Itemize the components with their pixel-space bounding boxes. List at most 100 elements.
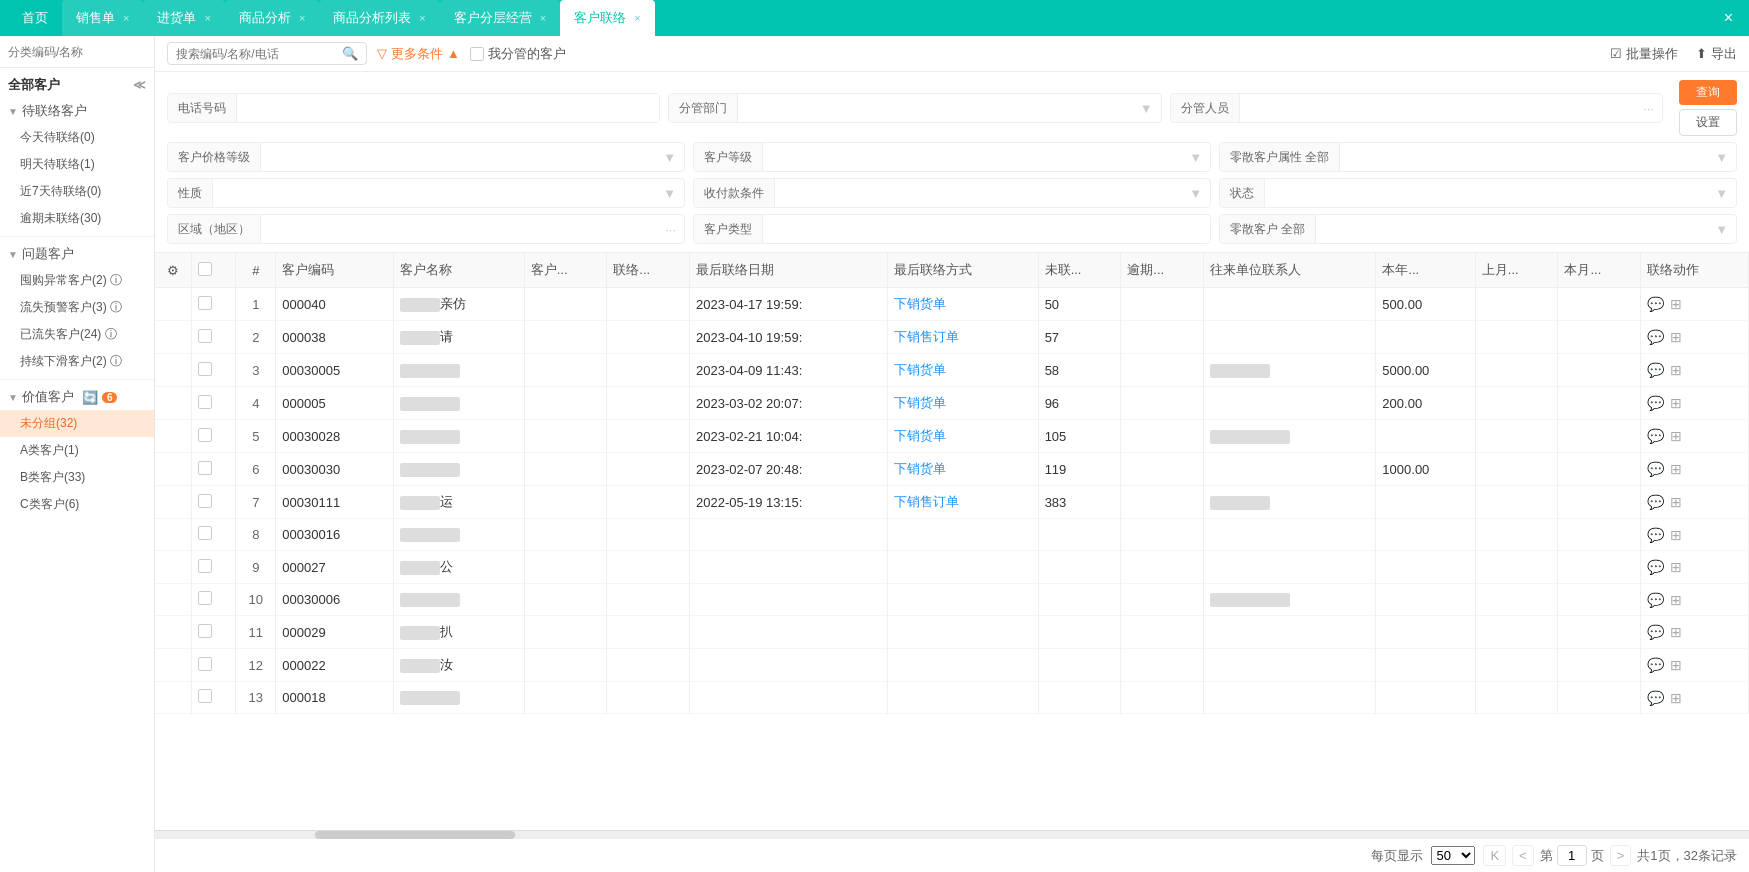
chat-icon[interactable]: 💬 xyxy=(1647,690,1664,706)
contact-method-link[interactable]: 下销售订单 xyxy=(894,494,959,509)
chat-icon[interactable]: 💬 xyxy=(1647,592,1664,608)
contact-method-link[interactable]: 下销货单 xyxy=(894,395,946,410)
row-checkbox[interactable] xyxy=(198,362,212,376)
contact-method-link[interactable]: 下销售订单 xyxy=(894,329,959,344)
nav-tab-customer-tier[interactable]: 客户分层经营 × xyxy=(440,0,560,36)
scroll-thumb[interactable] xyxy=(315,831,515,839)
sidebar-group-pending[interactable]: ▼ 待联络客户 xyxy=(0,98,154,124)
sidebar-item-declining[interactable]: 持续下滑客户(2) ⓘ xyxy=(0,348,154,375)
chat-icon[interactable]: 💬 xyxy=(1647,527,1664,543)
nav-close-customer-tier[interactable]: × xyxy=(540,12,546,24)
grid-icon[interactable]: ⊞ xyxy=(1670,592,1682,608)
grid-icon[interactable]: ⊞ xyxy=(1670,428,1682,444)
td-last-method[interactable]: 下销货单 xyxy=(887,420,1038,453)
sidebar-group-value[interactable]: ▼ 价值客户 🔄 6 xyxy=(0,384,154,410)
row-checkbox[interactable] xyxy=(198,657,212,671)
adv-input-price-level[interactable] xyxy=(261,150,655,164)
sidebar-item-today[interactable]: 今天待联络(0) xyxy=(0,124,154,151)
chat-icon[interactable]: 💬 xyxy=(1647,395,1664,411)
grid-icon[interactable]: ⊞ xyxy=(1670,690,1682,706)
nav-home[interactable]: 首页 xyxy=(8,0,62,36)
row-checkbox[interactable] xyxy=(198,526,212,540)
adv-arrow-nature[interactable]: ▼ xyxy=(655,186,684,201)
sidebar-item-ungrouped[interactable]: 未分组(32) xyxy=(0,410,154,437)
row-checkbox[interactable] xyxy=(198,494,212,508)
grid-icon[interactable]: ⊞ xyxy=(1670,559,1682,575)
nav-close-sales[interactable]: × xyxy=(123,12,129,24)
grid-icon[interactable]: ⊞ xyxy=(1670,657,1682,673)
nav-close-customer-contact[interactable]: × xyxy=(634,12,640,24)
adv-input-cust-type[interactable] xyxy=(763,222,1210,236)
adv-arrow-customer-level[interactable]: ▼ xyxy=(1181,150,1210,165)
batch-op-btn[interactable]: ☑ 批量操作 xyxy=(1610,45,1678,63)
adv-arrow-retail[interactable]: ▼ xyxy=(1707,222,1736,237)
adv-input-person[interactable] xyxy=(1240,101,1635,115)
adv-input-status[interactable] xyxy=(1265,186,1707,200)
sidebar-search-input[interactable] xyxy=(8,45,155,59)
chat-icon[interactable]: 💬 xyxy=(1647,461,1664,477)
settings-icon[interactable]: ⚙ xyxy=(167,263,179,278)
query-button[interactable]: 查询 xyxy=(1679,80,1737,105)
next-page-btn[interactable]: > xyxy=(1610,845,1632,866)
td-last-method[interactable]: 下销货单 xyxy=(887,453,1038,486)
adv-arrow-payment[interactable]: ▼ xyxy=(1181,186,1210,201)
nav-close-purchase[interactable]: × xyxy=(204,12,210,24)
contact-method-link[interactable]: 下销货单 xyxy=(894,296,946,311)
sidebar-refresh-icon[interactable]: 🔄 xyxy=(82,390,98,405)
nav-tab-customer-contact[interactable]: 客户联络 × xyxy=(560,0,654,36)
adv-arrow-status[interactable]: ▼ xyxy=(1707,186,1736,201)
chat-icon[interactable]: 💬 xyxy=(1647,296,1664,312)
td-last-method[interactable]: 下销售订单 xyxy=(887,486,1038,519)
th-settings[interactable]: ⚙ xyxy=(155,253,191,288)
contact-method-link[interactable]: 下销货单 xyxy=(894,428,946,443)
nav-tab-purchase[interactable]: 进货单 × xyxy=(143,0,224,36)
nav-tab-sales[interactable]: 销售单 × xyxy=(62,0,143,36)
sidebar-collapse-icon[interactable]: ≪ xyxy=(133,78,146,92)
grid-icon[interactable]: ⊞ xyxy=(1670,395,1682,411)
grid-icon[interactable]: ⊞ xyxy=(1670,494,1682,510)
sidebar-item-tomorrow[interactable]: 明天待联络(1) xyxy=(0,151,154,178)
row-checkbox[interactable] xyxy=(198,461,212,475)
grid-icon[interactable]: ⊞ xyxy=(1670,362,1682,378)
search-input[interactable] xyxy=(176,47,338,61)
chat-icon[interactable]: 💬 xyxy=(1647,329,1664,345)
more-conditions-btn[interactable]: ▽ 更多条件 ▲ xyxy=(377,45,460,63)
th-checkbox-all[interactable] xyxy=(198,262,212,276)
nav-close-analysis-list[interactable]: × xyxy=(419,12,425,24)
adv-input-dept[interactable] xyxy=(738,101,1131,115)
chat-icon[interactable]: 💬 xyxy=(1647,362,1664,378)
scroll-bar[interactable] xyxy=(155,830,1749,838)
chat-icon[interactable]: 💬 xyxy=(1647,494,1664,510)
row-checkbox[interactable] xyxy=(198,689,212,703)
nav-close-analysis[interactable]: × xyxy=(299,12,305,24)
row-checkbox[interactable] xyxy=(198,559,212,573)
contact-method-link[interactable]: 下销货单 xyxy=(894,362,946,377)
td-last-method[interactable]: 下销货单 xyxy=(887,288,1038,321)
row-checkbox[interactable] xyxy=(198,329,212,343)
grid-icon[interactable]: ⊞ xyxy=(1670,296,1682,312)
sidebar-item-overdue[interactable]: 逾期未联络(30) xyxy=(0,205,154,232)
td-last-method[interactable]: 下销售订单 xyxy=(887,321,1038,354)
adv-input-retail[interactable] xyxy=(1316,222,1707,236)
nav-tab-analysis-list[interactable]: 商品分析列表 × xyxy=(319,0,439,36)
chat-icon[interactable]: 💬 xyxy=(1647,559,1664,575)
prev-page-btn[interactable]: < xyxy=(1512,845,1534,866)
adv-arrow-dept[interactable]: ▼ xyxy=(1132,101,1161,116)
adv-arrow-price-level[interactable]: ▼ xyxy=(655,150,684,165)
global-close-button[interactable]: × xyxy=(1716,9,1741,27)
row-checkbox[interactable] xyxy=(198,395,212,409)
adv-arrow-region[interactable]: ··· xyxy=(657,222,684,237)
adv-input-payment[interactable] xyxy=(775,186,1181,200)
adv-input-retail-attr[interactable] xyxy=(1340,150,1707,164)
per-page-select[interactable]: 50 100 xyxy=(1431,846,1475,865)
settings-button[interactable]: 设置 xyxy=(1679,109,1737,136)
grid-icon[interactable]: ⊞ xyxy=(1670,461,1682,477)
sidebar-all-customers[interactable]: 全部客户 ≪ xyxy=(0,68,154,98)
sidebar-item-hoarding[interactable]: 囤购异常客户(2) ⓘ xyxy=(0,267,154,294)
row-checkbox[interactable] xyxy=(198,428,212,442)
sidebar-item-class-b[interactable]: B类客户(33) xyxy=(0,464,154,491)
adv-arrow-person[interactable]: ··· xyxy=(1635,101,1662,116)
row-checkbox[interactable] xyxy=(198,591,212,605)
my-customers-filter[interactable]: 我分管的客户 xyxy=(470,45,566,63)
adv-input-nature[interactable] xyxy=(213,186,655,200)
